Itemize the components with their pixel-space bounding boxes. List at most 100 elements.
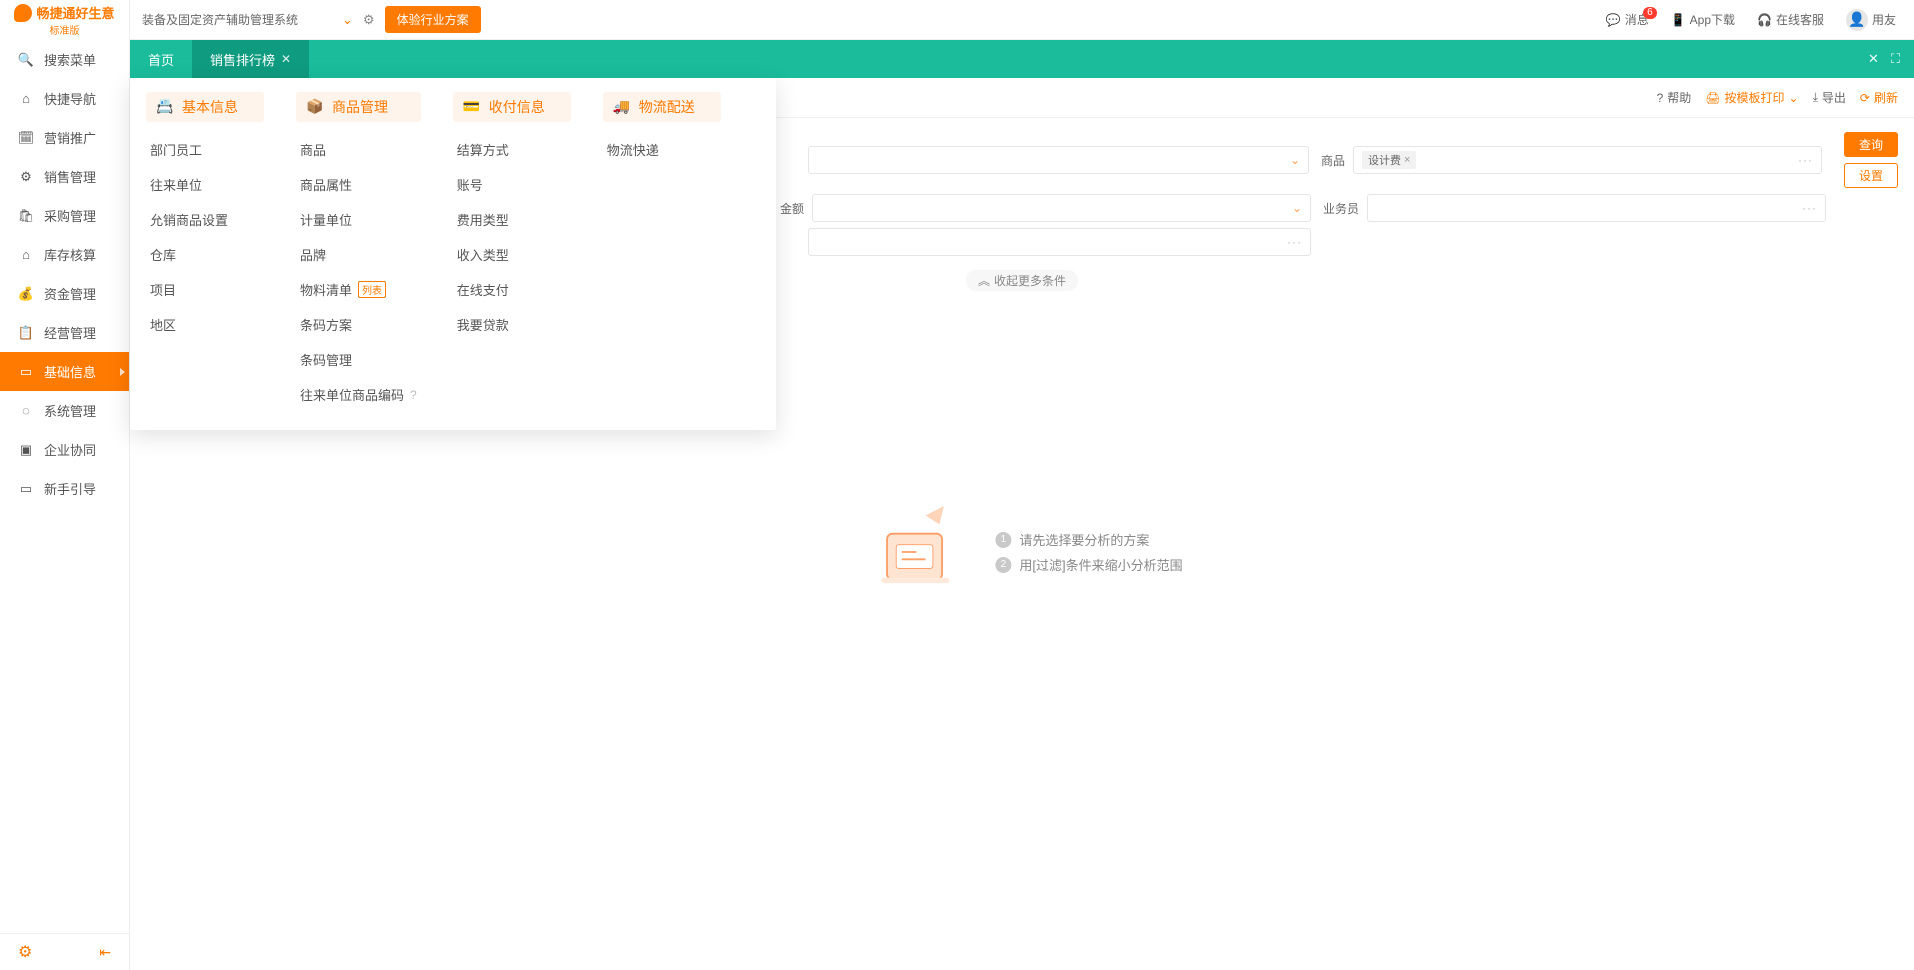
- filter-product: 商品 设计费× ···: [1321, 146, 1822, 174]
- filter-salesperson-input[interactable]: ···: [1367, 194, 1826, 222]
- mega-item-brand[interactable]: 品牌: [296, 237, 421, 272]
- print-button[interactable]: 🖨按模板打印⌄: [1705, 89, 1798, 106]
- tag-remove-icon[interactable]: ×: [1404, 154, 1410, 166]
- query-button[interactable]: 查询: [1844, 132, 1898, 157]
- message-button[interactable]: 💬 消息 6: [1600, 11, 1655, 28]
- online-service-label: 在线客服: [1776, 11, 1824, 28]
- step-2-num: 2: [995, 557, 1011, 573]
- message-icon: 💬: [1606, 13, 1621, 27]
- filter-input-3[interactable]: ···: [808, 228, 1311, 256]
- mega-item-allow-sales[interactable]: 允销商品设置: [146, 202, 264, 237]
- sidebar-item-basicinfo[interactable]: ▭基础信息: [0, 352, 129, 391]
- settings-gear-icon[interactable]: ⚙: [18, 942, 32, 962]
- mega-item-project[interactable]: 项目: [146, 272, 264, 307]
- sidebar-item-inventory[interactable]: ⌂ 库存核算: [0, 235, 129, 274]
- tab-label: 销售排行榜: [210, 50, 275, 69]
- sidebar-item-label: 基础信息: [44, 362, 96, 381]
- help-label: 帮助: [1667, 89, 1691, 106]
- refresh-button[interactable]: ⟳刷新: [1860, 89, 1898, 106]
- filter-salesperson-label: 业务员: [1323, 200, 1359, 217]
- more-icon[interactable]: ···: [1798, 153, 1813, 167]
- sidebar-item-marketing[interactable]: 🗓营销推广: [0, 118, 129, 157]
- mega-item-bom[interactable]: 物料清单列表: [296, 272, 421, 307]
- mega-item-income-type[interactable]: 收入类型: [453, 237, 571, 272]
- sidebar-collapse-icon[interactable]: ⇤: [99, 944, 111, 961]
- sidebar-item-label: 库存核算: [44, 245, 96, 264]
- filter-amount-input[interactable]: ⌄: [812, 194, 1311, 222]
- sidebar-item-finance[interactable]: 💰资金管理: [0, 274, 129, 313]
- sidebar-item-label: 经营管理: [44, 323, 96, 342]
- mega-item-online-pay[interactable]: 在线支付: [453, 272, 571, 307]
- collapse-filters-button[interactable]: ︽收起更多条件: [966, 270, 1078, 291]
- empty-step-2: 用[过滤]条件来缩小分析范围: [1019, 555, 1182, 574]
- avatar-icon: 👤: [1846, 9, 1868, 31]
- mega-item-expense-type[interactable]: 费用类型: [453, 202, 571, 237]
- mega-item-department[interactable]: 部门员工: [146, 132, 264, 167]
- mega-col-title: 基本信息: [182, 97, 238, 117]
- chevron-up-icon: ︽: [978, 272, 990, 289]
- close-all-tabs-icon[interactable]: ✕: [1862, 40, 1885, 78]
- close-icon[interactable]: ✕: [281, 52, 291, 66]
- warehouse-icon: ⌂: [18, 247, 34, 263]
- sidebar-item-sales[interactable]: ⚙销售管理: [0, 157, 129, 196]
- collapse-label: 收起更多条件: [994, 272, 1066, 289]
- mega-item-barcode-plan[interactable]: 条码方案: [296, 307, 421, 342]
- export-icon: ⤓: [1813, 90, 1818, 105]
- tab-label: 首页: [148, 50, 174, 69]
- sidebar-item-system[interactable]: ◌系统管理: [0, 391, 129, 430]
- tab-sales-ranking[interactable]: 销售排行榜 ✕: [192, 40, 309, 78]
- product-tag[interactable]: 设计费×: [1362, 151, 1416, 169]
- mega-item-region[interactable]: 地区: [146, 307, 264, 342]
- help-button[interactable]: ?帮助: [1657, 89, 1692, 106]
- sidebar-item-guide[interactable]: ▭新手引导: [0, 469, 129, 508]
- filter-product-label: 商品: [1321, 152, 1345, 169]
- chevron-down-icon[interactable]: ⌄: [342, 12, 353, 28]
- sidebar-item-quicknav[interactable]: ⌂快捷导航: [0, 79, 129, 118]
- brand-logo[interactable]: 畅捷通好生意 标准版: [0, 0, 129, 40]
- mega-col-title: 商品管理: [332, 97, 388, 117]
- mega-item-settlement[interactable]: 结算方式: [453, 132, 571, 167]
- mega-col-basic-header: 📇基本信息: [146, 92, 264, 122]
- mega-item-product-attr[interactable]: 商品属性: [296, 167, 421, 202]
- mega-item-barcode-mgmt[interactable]: 条码管理: [296, 342, 421, 377]
- gear-icon[interactable]: ⚙: [363, 12, 375, 28]
- filter-amount: 金额 ⌄: [808, 194, 1311, 222]
- wallet-icon: 💳: [463, 98, 481, 116]
- app-download-button[interactable]: 📱 App下载: [1665, 11, 1741, 28]
- settings-button[interactable]: 设置: [1844, 163, 1898, 188]
- sidebar-item-label: 资金管理: [44, 284, 96, 303]
- mega-item-loan[interactable]: 我要贷款: [453, 307, 571, 342]
- sidebar-footer: ⚙ ⇤: [0, 933, 129, 970]
- user-menu[interactable]: 👤 用友: [1840, 9, 1902, 31]
- sidebar-item-enterprise[interactable]: ▣企业协同: [0, 430, 129, 469]
- mega-item-partner[interactable]: 往来单位: [146, 167, 264, 202]
- mega-item-warehouse[interactable]: 仓库: [146, 237, 264, 272]
- online-service-button[interactable]: 🎧 在线客服: [1751, 11, 1830, 28]
- mega-item-product[interactable]: 商品: [296, 132, 421, 167]
- question-icon[interactable]: ?: [410, 388, 417, 402]
- print-label: 按模板打印: [1725, 89, 1785, 106]
- export-button[interactable]: ⤓导出: [1813, 89, 1846, 106]
- settings-icon: ◌: [18, 403, 34, 419]
- empty-state: 1请先选择要分析的方案 2用[过滤]条件来缩小分析范围: [861, 497, 1182, 607]
- mega-item-unit[interactable]: 计量单位: [296, 202, 421, 237]
- sidebar-item-label: 营销推广: [44, 128, 96, 147]
- filter-product-input[interactable]: 设计费× ···: [1353, 146, 1822, 174]
- truck-icon: 🚚: [613, 98, 631, 116]
- filter-field-1[interactable]: ⌄: [808, 146, 1309, 174]
- tab-home[interactable]: 首页: [130, 40, 192, 78]
- fullscreen-icon[interactable]: ⛶: [1885, 40, 1906, 78]
- sidebar-item-purchase[interactable]: 🛍采购管理: [0, 196, 129, 235]
- more-icon[interactable]: ···: [1287, 235, 1302, 249]
- mega-item-express[interactable]: 物流快递: [603, 132, 721, 167]
- trial-button[interactable]: 体验行业方案: [385, 6, 481, 33]
- sidebar-item-operations[interactable]: 📋经营管理: [0, 313, 129, 352]
- step-1-num: 1: [995, 532, 1011, 548]
- system-select[interactable]: 装备及固定资产辅助管理系统: [142, 11, 332, 28]
- mega-item-account[interactable]: 账号: [453, 167, 571, 202]
- sidebar-item-search[interactable]: 🔍搜索菜单: [0, 40, 129, 79]
- sidebar: 畅捷通好生意 标准版 🔍搜索菜单 ⌂快捷导航 🗓营销推广 ⚙销售管理 🛍采购管理…: [0, 0, 130, 970]
- mega-item-partner-code[interactable]: 往来单位商品编码?: [296, 377, 421, 412]
- sidebar-item-label: 采购管理: [44, 206, 96, 225]
- more-icon[interactable]: ···: [1802, 201, 1817, 215]
